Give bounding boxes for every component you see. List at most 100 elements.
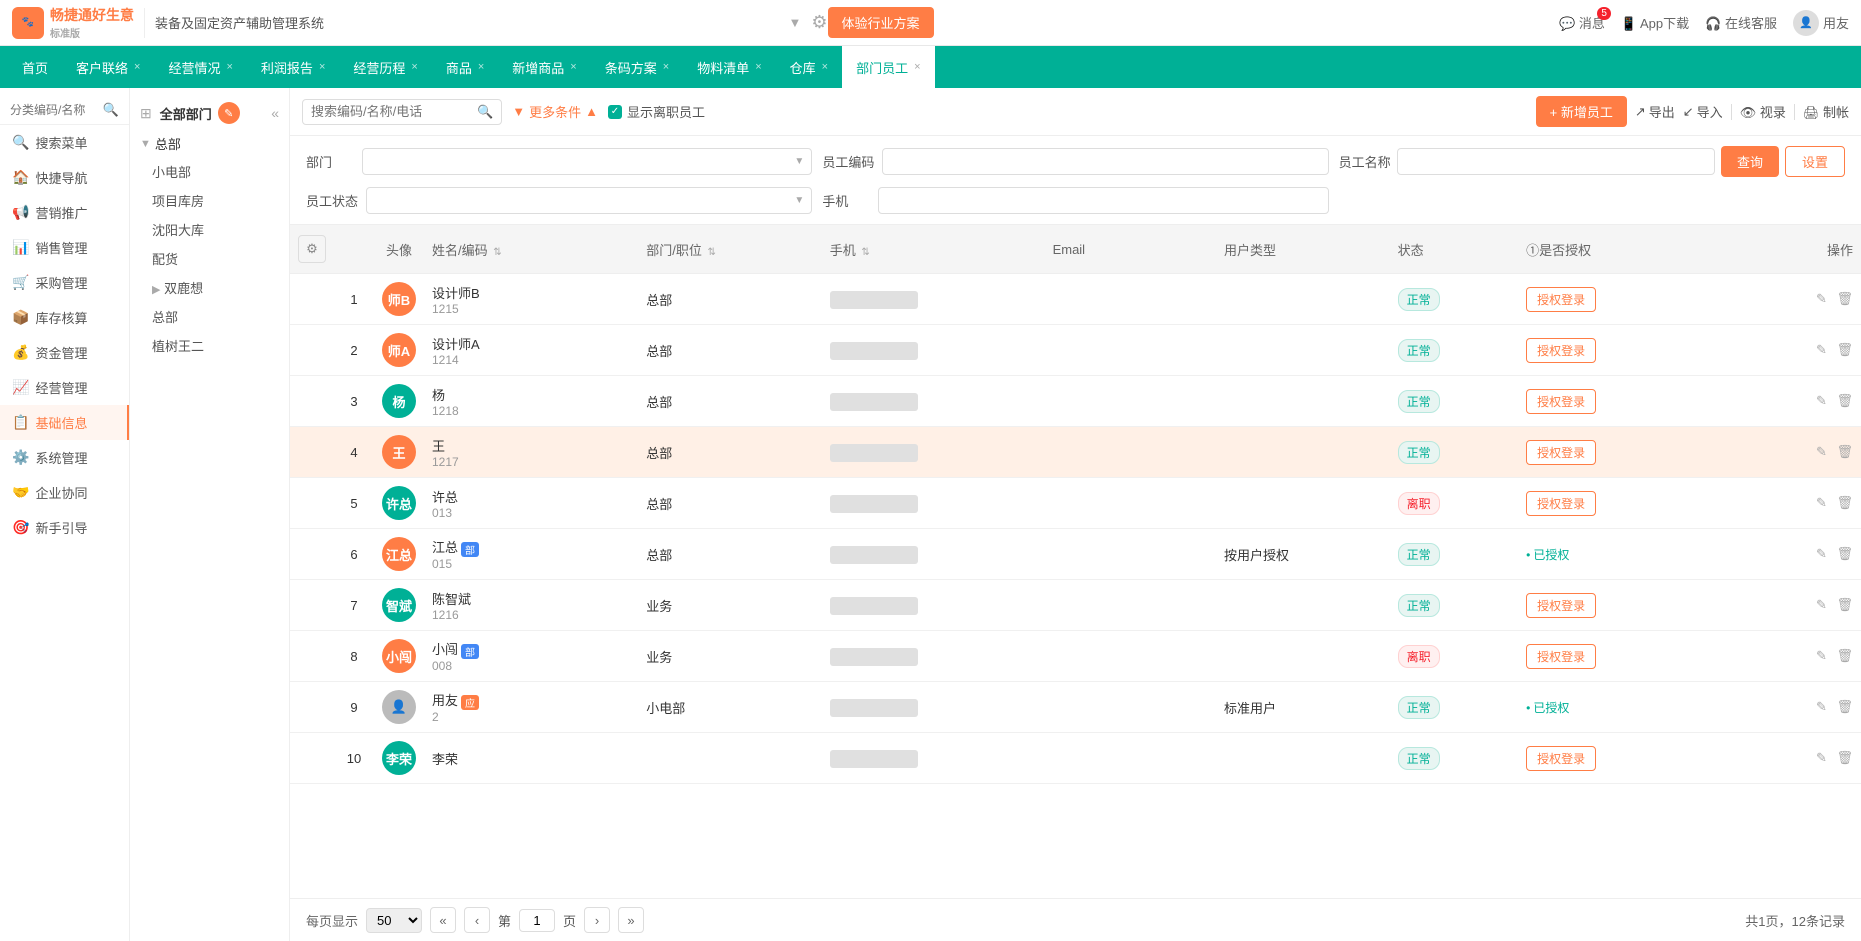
nav-tab-barcode[interactable]: 条码方案 × (591, 46, 683, 88)
delete-btn[interactable]: 🗑 (1836, 342, 1853, 357)
print-btn[interactable]: 🖨 制帐 (1803, 102, 1849, 121)
dept-select[interactable] (362, 148, 812, 175)
query-btn[interactable]: 查询 (1721, 146, 1779, 177)
nav-tab-operation[interactable]: 经营情况 × (154, 46, 246, 88)
name-sort-icon[interactable]: ⇅ (493, 247, 501, 258)
sidebar-search-icon[interactable]: 🔍 (103, 102, 119, 118)
export-btn[interactable]: ↗ 导出 (1635, 102, 1675, 121)
title-dropdown-icon[interactable]: ▼ (789, 15, 802, 30)
app-download-btn[interactable]: 📱 App下载 (1621, 13, 1689, 32)
sidebar-item-sales[interactable]: 📊 销售管理 (0, 230, 129, 265)
dept-item-head[interactable]: 总部 (130, 302, 289, 331)
edit-btn[interactable]: ✎ (1816, 342, 1827, 357)
sidebar-item-finance[interactable]: 💰 资金管理 (0, 335, 129, 370)
nav-tab-home[interactable]: 首页 (8, 46, 62, 88)
nav-tab-customer-close[interactable]: × (134, 61, 140, 73)
view-btn[interactable]: 👁 视录 (1740, 102, 1786, 121)
experience-btn[interactable]: 体验行业方案 (828, 7, 934, 38)
dept-item-zhishu[interactable]: 植树王二 (130, 331, 289, 360)
dept-group-head-title[interactable]: ▼ 总部 (130, 130, 289, 157)
set-btn[interactable]: 设置 (1785, 146, 1845, 177)
employee-code-input[interactable] (882, 148, 1328, 175)
next-page-btn[interactable]: › (584, 907, 610, 933)
nav-tab-history-close[interactable]: × (411, 61, 417, 73)
dept-all-label[interactable]: 全部部门 (160, 104, 212, 123)
delete-btn[interactable]: 🗑 (1836, 597, 1853, 612)
auth-btn[interactable]: 授权登录 (1526, 389, 1596, 414)
sidebar-item-collab[interactable]: 🤝 企业协同 (0, 475, 129, 510)
show-resigned-wrap[interactable]: ✓ 显示离职员工 (608, 102, 705, 121)
user-menu[interactable]: 👤 用友 (1793, 10, 1849, 36)
page-number-input[interactable] (519, 909, 555, 932)
delete-btn[interactable]: 🗑 (1836, 699, 1853, 714)
auth-btn[interactable]: 授权登录 (1526, 287, 1596, 312)
add-employee-btn[interactable]: + 新增员工 (1536, 96, 1627, 127)
nav-tab-dept-staff-close[interactable]: × (914, 61, 920, 73)
edit-btn[interactable]: ✎ (1816, 750, 1827, 765)
nav-tab-history[interactable]: 经营历程 × (339, 46, 431, 88)
phone-input[interactable] (878, 187, 1328, 214)
prev-page-btn[interactable]: ‹ (464, 907, 490, 933)
search-input[interactable] (311, 104, 471, 119)
delete-btn[interactable]: 🗑 (1836, 648, 1853, 663)
sidebar-item-search[interactable]: 🔍 搜索菜单 (0, 125, 129, 160)
edit-btn[interactable]: ✎ (1816, 699, 1827, 714)
nav-tab-new-goods-close[interactable]: × (570, 61, 576, 73)
auth-btn[interactable]: 授权登录 (1526, 746, 1596, 771)
delete-btn[interactable]: 🗑 (1836, 393, 1853, 408)
auth-btn[interactable]: 授权登录 (1526, 491, 1596, 516)
sidebar-item-basic-info[interactable]: 📋 基础信息 (0, 405, 129, 440)
nav-tab-customer[interactable]: 客户联络 × (62, 46, 154, 88)
edit-btn[interactable]: ✎ (1816, 597, 1827, 612)
nav-tab-warehouse-close[interactable]: × (822, 61, 828, 73)
more-filter-btn[interactable]: ▼ 更多条件 ▲ (512, 102, 598, 121)
nav-tab-goods-close[interactable]: × (478, 61, 484, 73)
edit-btn[interactable]: ✎ (1816, 291, 1827, 306)
delete-btn[interactable]: 🗑 (1836, 495, 1853, 510)
auth-btn[interactable]: 授权登录 (1526, 593, 1596, 618)
dept-item-shuanglu[interactable]: ▶ 双鹿想 (130, 273, 289, 302)
per-page-select[interactable]: 50 20 100 (366, 908, 422, 933)
phone-sort-icon[interactable]: ⇅ (861, 247, 869, 258)
nav-tab-operation-close[interactable]: × (226, 61, 232, 73)
edit-btn[interactable]: ✎ (1816, 495, 1827, 510)
sidebar-item-business[interactable]: 📈 经营管理 (0, 370, 129, 405)
nav-tab-profit-close[interactable]: × (319, 61, 325, 73)
dept-item-shenyang[interactable]: 沈阳大库 (130, 215, 289, 244)
sidebar-item-guide[interactable]: 🎯 新手引导 (0, 510, 129, 545)
nav-tab-dept-staff[interactable]: 部门员工 × (842, 46, 934, 88)
table-settings-icon[interactable]: ⚙ (298, 235, 326, 263)
sidebar-item-quick-nav[interactable]: 🏠 快捷导航 (0, 160, 129, 195)
sidebar-item-purchase[interactable]: 🛒 采购管理 (0, 265, 129, 300)
dept-item-project[interactable]: 项目库房 (130, 186, 289, 215)
auth-btn[interactable]: 授权登录 (1526, 338, 1596, 363)
last-page-btn[interactable]: » (618, 907, 644, 933)
auth-btn[interactable]: 授权登录 (1526, 440, 1596, 465)
delete-btn[interactable]: 🗑 (1836, 291, 1853, 306)
first-page-btn[interactable]: « (430, 907, 456, 933)
show-resigned-checkbox[interactable]: ✓ (608, 105, 622, 119)
online-service-btn[interactable]: 🎧 在线客服 (1705, 13, 1777, 32)
sidebar-search-input[interactable] (10, 103, 103, 117)
import-btn[interactable]: ↙ 导入 (1683, 102, 1723, 121)
delete-btn[interactable]: 🗑 (1836, 750, 1853, 765)
nav-tab-barcode-close[interactable]: × (663, 61, 669, 73)
employee-name-input[interactable] (1397, 148, 1715, 175)
nav-tab-warehouse[interactable]: 仓库 × (776, 46, 842, 88)
dept-collapse-btn[interactable]: « (271, 105, 279, 121)
sidebar-item-marketing[interactable]: 📢 营销推广 (0, 195, 129, 230)
nav-tab-goods[interactable]: 商品 × (432, 46, 498, 88)
nav-tab-new-goods[interactable]: 新增商品 × (498, 46, 590, 88)
edit-btn[interactable]: ✎ (1816, 648, 1827, 663)
message-btn[interactable]: 💬 消息 5 (1559, 13, 1605, 32)
delete-btn[interactable]: 🗑 (1836, 546, 1853, 561)
nav-tab-bom-close[interactable]: × (755, 61, 761, 73)
auth-btn[interactable]: 授权登录 (1526, 644, 1596, 669)
edit-btn[interactable]: ✎ (1816, 393, 1827, 408)
dept-item-distribution[interactable]: 配货 (130, 244, 289, 273)
sidebar-item-inventory[interactable]: 📦 库存核算 (0, 300, 129, 335)
delete-btn[interactable]: 🗑 (1836, 444, 1853, 459)
dept-item-xiaodian[interactable]: 小电部 (130, 157, 289, 186)
settings-gear-icon[interactable]: ⚙ (811, 12, 827, 33)
edit-btn[interactable]: ✎ (1816, 444, 1827, 459)
